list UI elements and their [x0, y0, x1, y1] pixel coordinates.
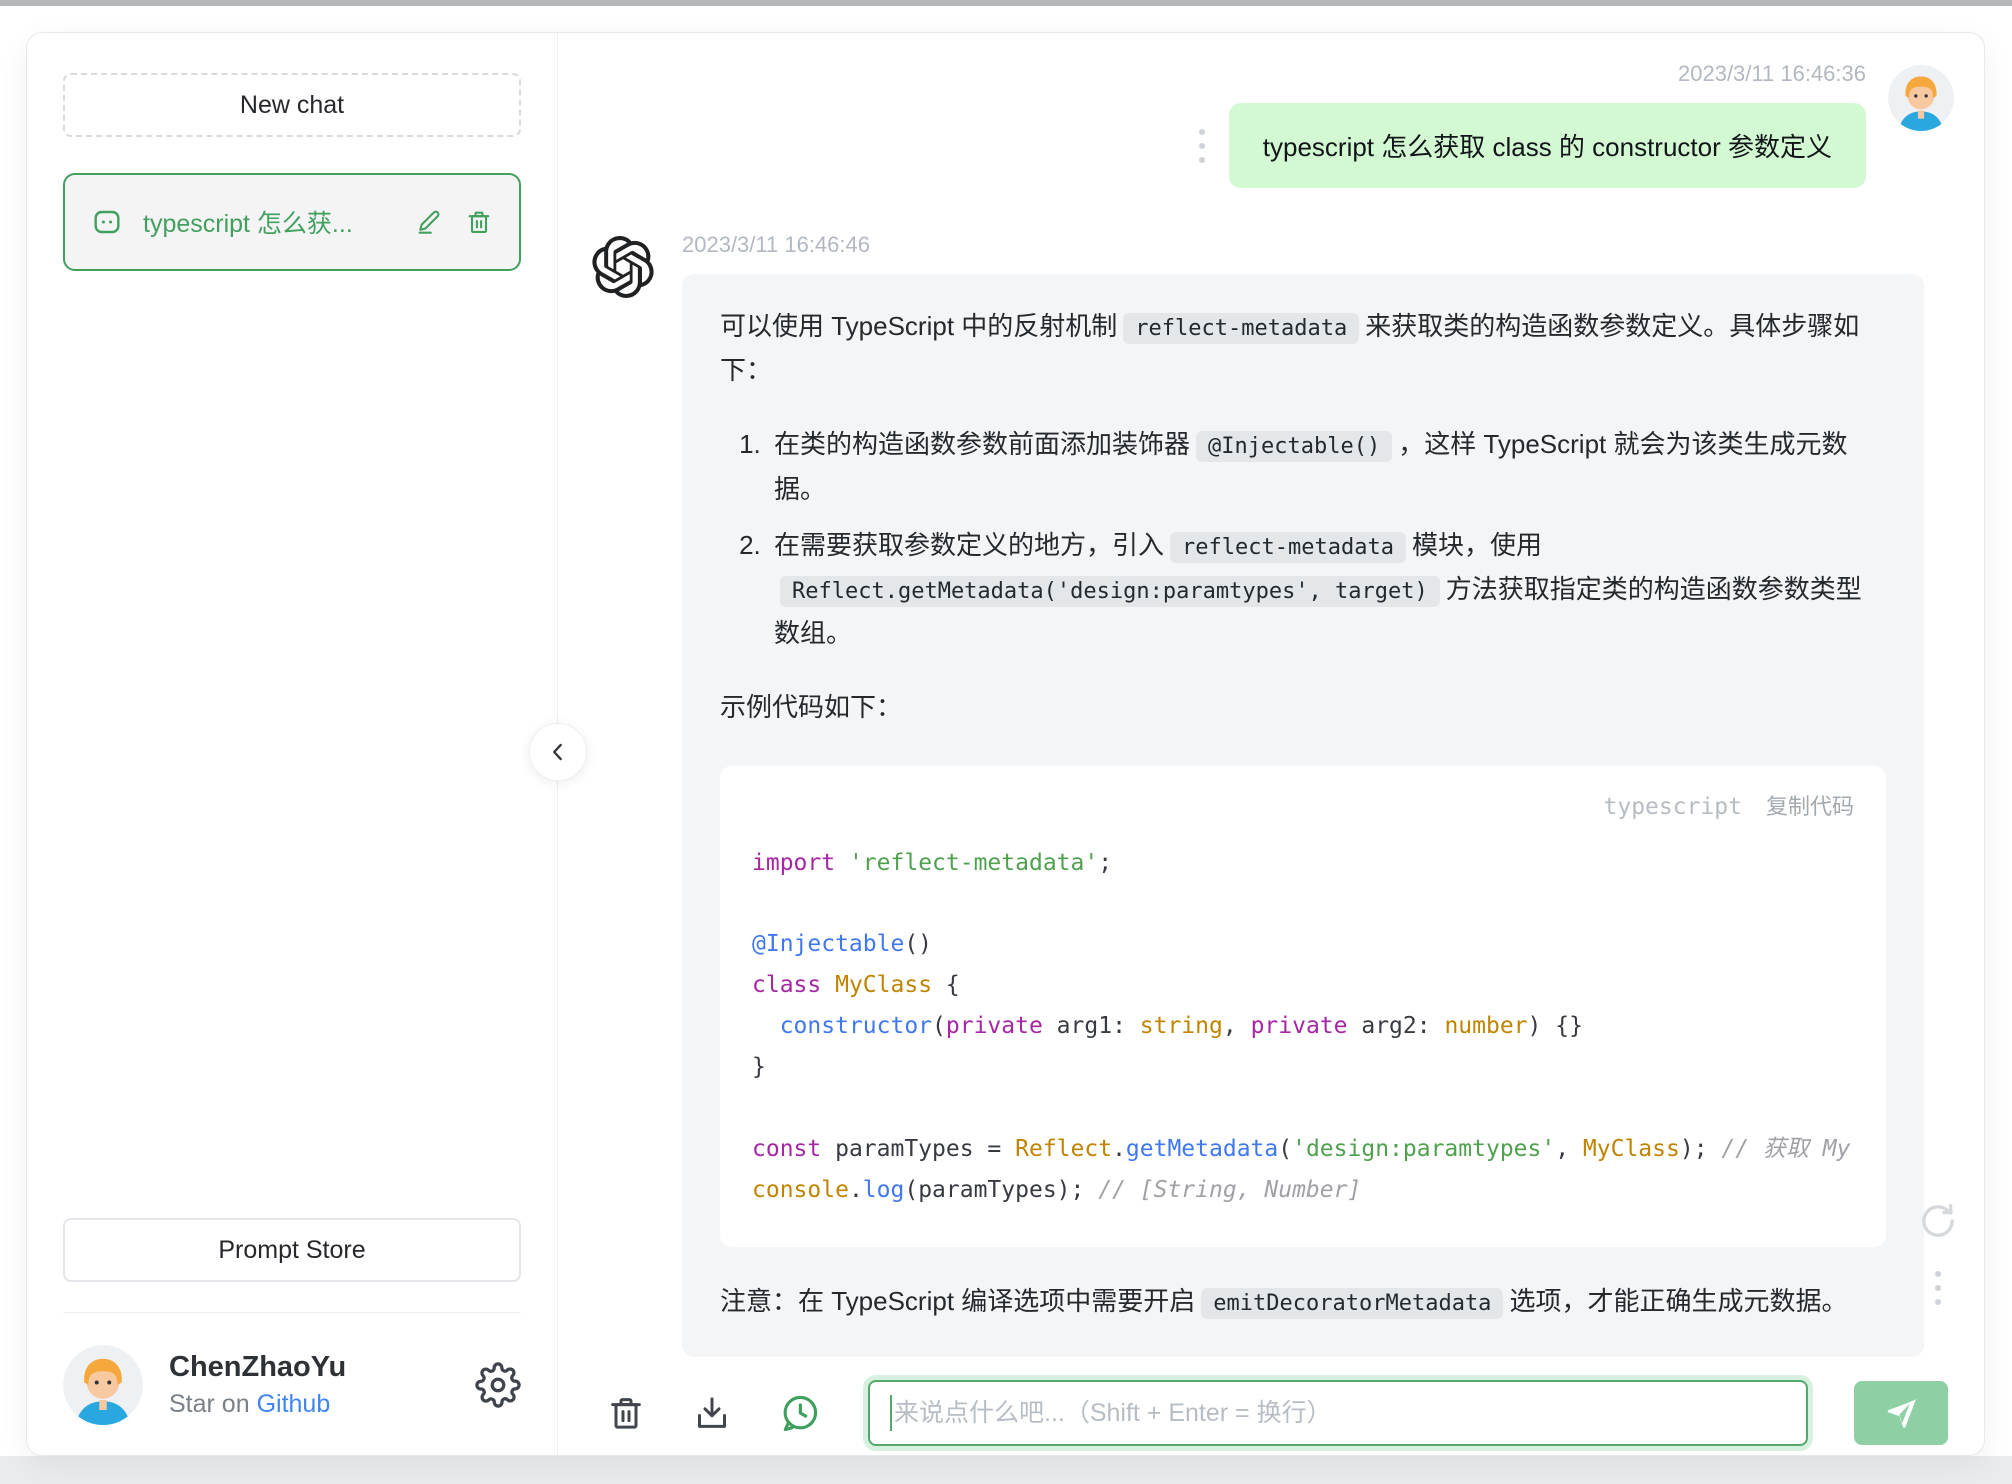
intro-text: 可以使用 TypeScript 中的反射机制	[720, 311, 1118, 341]
clear-conversation-icon[interactable]	[606, 1393, 646, 1433]
code-content: import 'reflect-metadata'; @Injectable()…	[752, 849, 1851, 1204]
inline-code: emitDecoratorMetadata	[1201, 1288, 1504, 1320]
user-message-column: 2023/3/11 16:46:36 typescript 怎么获取 class…	[1198, 61, 1866, 188]
assistant-message-timestamp: 2023/3/11 16:46:46	[682, 232, 870, 257]
code-block-header: typescript 复制代码	[752, 788, 1855, 827]
message-list: 2023/3/11 16:46:36 typescript 怎么获取 class…	[558, 33, 1984, 1358]
regenerate-icon[interactable]	[1918, 1201, 1958, 1241]
chat-item-title: typescript 怎么获...	[143, 210, 353, 238]
inline-code: reflect-metadata	[1170, 531, 1406, 563]
user-message-timestamp: 2023/3/11 16:46:36	[1678, 61, 1866, 86]
prompt-store-button[interactable]: Prompt Store	[63, 1218, 521, 1282]
window-top-edge	[0, 0, 2012, 6]
chat-footer	[558, 1357, 1984, 1479]
profile-text: ChenZhaoYu Star on Github	[169, 1351, 346, 1419]
code-block: typescript 复制代码 import 'reflect-metadata…	[720, 765, 1886, 1248]
message-options-icon[interactable]	[1198, 128, 1205, 163]
message-side-tools	[1918, 1201, 1958, 1305]
chevron-left-icon	[553, 743, 562, 761]
sidebar: New chat typescript 怎么获... Prompt Store …	[27, 33, 558, 1455]
message-input[interactable]	[868, 1380, 1808, 1447]
avatar	[1888, 65, 1954, 131]
chat-bubble-icon	[94, 210, 120, 234]
inline-code: Reflect.getMetadata('design:paramtypes',…	[780, 575, 1440, 607]
profile-subtitle: Star on Github	[169, 1390, 346, 1419]
user-bubble-row: typescript 怎么获取 class 的 constructor 参数定义	[1198, 103, 1866, 188]
user-message-bubble: typescript 怎么获取 class 的 constructor 参数定义	[1228, 103, 1866, 188]
paper-plane-icon	[1887, 1398, 1918, 1429]
step-item-1: 在类的构造函数参数前面添加装饰器@Injectable()，这样 TypeScr…	[768, 422, 1886, 510]
send-button[interactable]	[1854, 1381, 1948, 1446]
assistant-note: 注意：在 TypeScript 编译选项中需要开启 emitDecoratorMe…	[720, 1279, 1886, 1323]
profile-section: ChenZhaoYu Star on Github	[63, 1312, 521, 1425]
inline-code: @Injectable()	[1196, 431, 1393, 463]
steps-list: 在类的构造函数参数前面添加装饰器@Injectable()，这样 TypeScr…	[720, 422, 1886, 655]
step2-text-mid: 模块，使用	[1411, 529, 1542, 560]
github-link[interactable]: Github	[257, 1390, 331, 1418]
app-window: New chat typescript 怎么获... Prompt Store …	[26, 32, 1985, 1456]
assistant-message-column: 2023/3/11 16:46:46 可以使用 TypeScript 中的反射机…	[682, 232, 1924, 1358]
gear-icon[interactable]	[475, 1362, 521, 1408]
copy-code-button[interactable]: 复制代码	[1766, 788, 1854, 825]
code-language-label: typescript	[1603, 793, 1742, 820]
chat-main: 2023/3/11 16:46:36 typescript 怎么获取 class…	[558, 33, 1984, 1455]
assistant-message-row: 2023/3/11 16:46:46 可以使用 TypeScript 中的反射机…	[592, 232, 1954, 1358]
note-text-post: 选项，才能正确生成元数据。	[1509, 1286, 1848, 1317]
history-prompt-icon[interactable]	[778, 1391, 822, 1435]
delete-chat-icon[interactable]	[465, 208, 493, 236]
sidebar-collapse-button[interactable]	[529, 723, 587, 781]
step2-text: 在需要获取参数定义的地方，引入	[774, 529, 1165, 560]
prompt-store-label: Prompt Store	[218, 1235, 366, 1264]
more-options-icon[interactable]	[1935, 1271, 1941, 1305]
step1-text: 在类的构造函数参数前面添加装饰器	[774, 429, 1191, 460]
avatar	[63, 1345, 143, 1425]
star-prefix: Star on	[169, 1390, 257, 1418]
step-item-2: 在需要获取参数定义的地方，引入reflect-metadata模块，使用 Refl…	[768, 523, 1886, 656]
edit-icon[interactable]	[415, 208, 443, 236]
message-input-wrap	[868, 1380, 1808, 1447]
note-text: 注意：在 TypeScript 编译选项中需要开启	[720, 1286, 1196, 1317]
text-caret	[890, 1395, 892, 1432]
sidebar-item-chat[interactable]: typescript 怎么获...	[63, 173, 521, 271]
assistant-message-bubble: 可以使用 TypeScript 中的反射机制 reflect-metadata 来获…	[682, 274, 1924, 1358]
example-label: 示例代码如下：	[720, 692, 903, 723]
new-chat-button[interactable]: New chat	[63, 73, 521, 137]
new-chat-label: New chat	[239, 90, 345, 119]
assistant-intro: 可以使用 TypeScript 中的反射机制 reflect-metadata 来获…	[720, 304, 1886, 392]
profile-name: ChenZhaoYu	[169, 1351, 347, 1383]
user-message-row: 2023/3/11 16:46:36 typescript 怎么获取 class…	[592, 61, 1954, 188]
export-download-icon[interactable]	[692, 1393, 732, 1433]
inline-code: reflect-metadata	[1123, 313, 1360, 344]
openai-logo-icon	[592, 236, 654, 298]
